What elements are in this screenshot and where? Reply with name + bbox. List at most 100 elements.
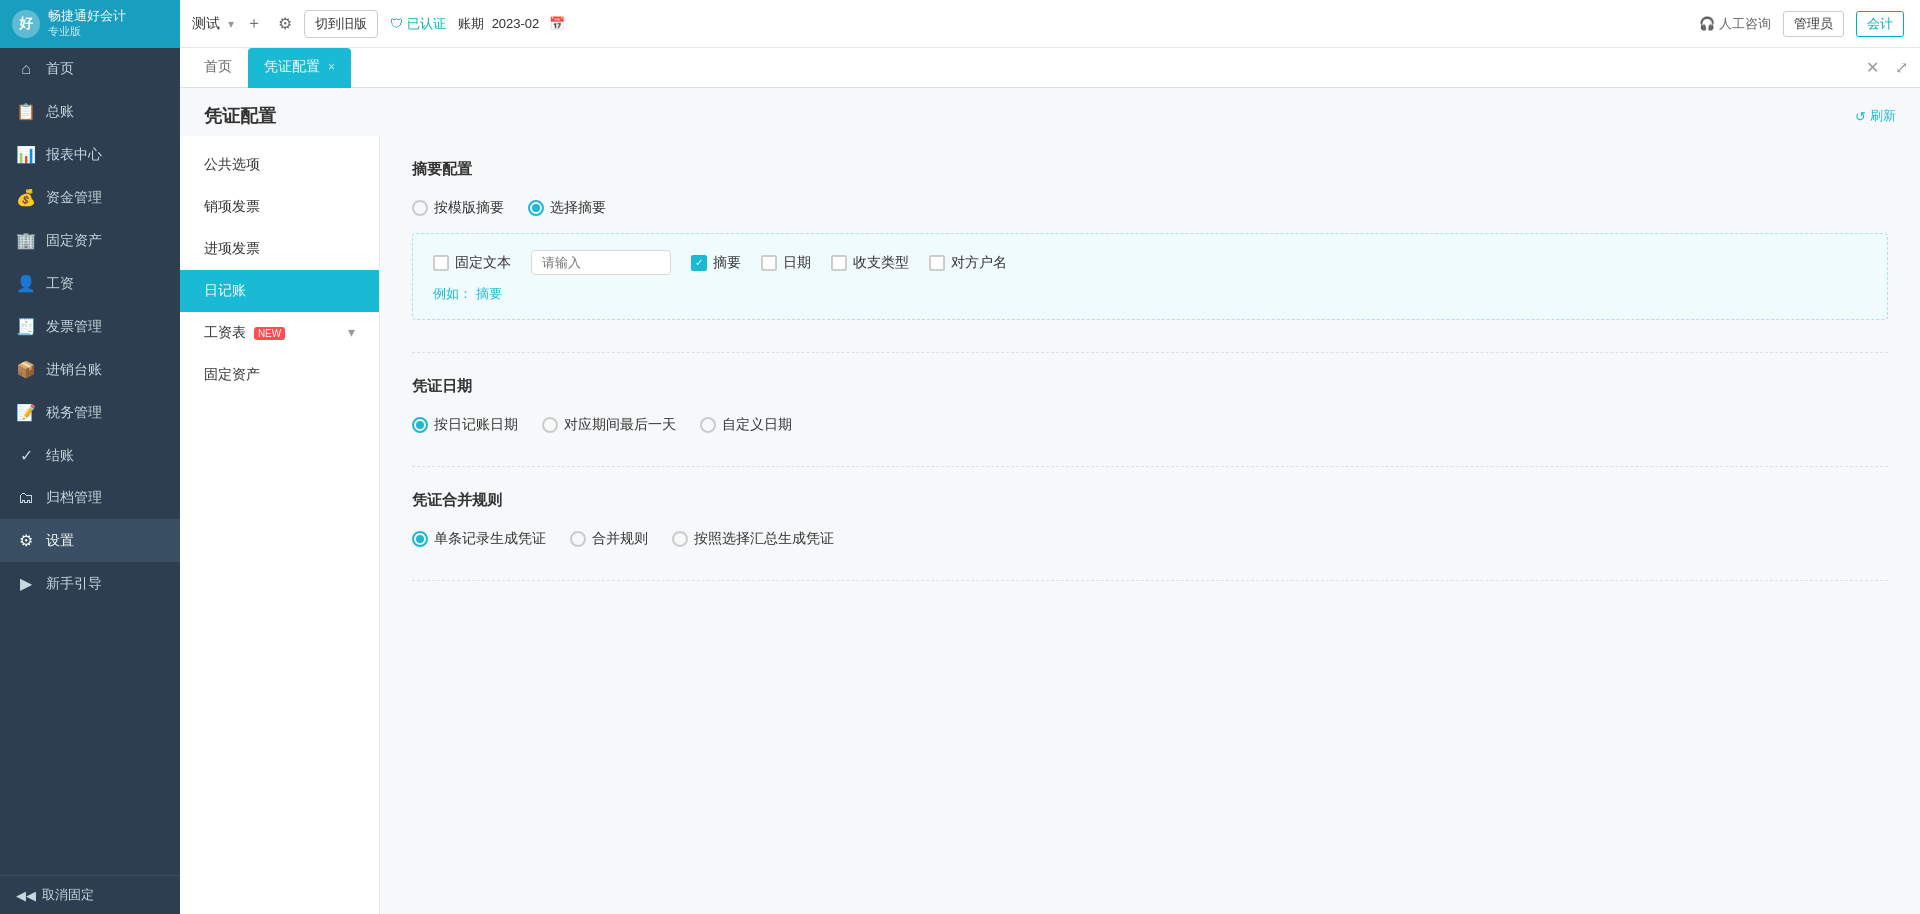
refresh-button[interactable]: ↺ 刷新 [1855,107,1896,125]
right-panel: 摘要配置 按模版摘要 选择摘要 [380,136,1920,914]
radio-merge-circle [570,531,586,547]
sidebar-item-label: 进销台账 [46,361,102,379]
summary-section: 摘要配置 按模版摘要 选择摘要 [412,160,1888,320]
tab-home[interactable]: 首页 [188,48,248,88]
radio-single-record[interactable]: 单条记录生成凭证 [412,530,546,548]
refresh-label: 刷新 [1870,107,1896,125]
radio-period-last-label: 对应期间最后一天 [564,416,676,434]
checkbox-date[interactable]: 日期 [761,254,811,272]
summary-checkbox [691,255,707,271]
sidebar-item-fixed-assets[interactable]: 🏢 固定资产 [0,219,180,262]
left-nav-purchase-invoice[interactable]: 进项发票 [180,228,379,270]
income-type-checkbox [831,255,847,271]
checkbox-income-type[interactable]: 收支类型 [831,254,909,272]
switch-old-version-button[interactable]: 切到旧版 [304,10,378,38]
radio-journal-date-label: 按日记账日期 [434,416,518,434]
pin-icon: ◀◀ [16,888,36,903]
checkbox-fixed-text[interactable]: 固定文本 [433,254,511,272]
tab-bar: 首页 凭证配置 × ✕ ⤢ [180,48,1920,88]
content-area: 首页 凭证配置 × ✕ ⤢ 凭证配置 ↺ 刷新 公共选项 [180,48,1920,914]
sidebar-item-label: 首页 [46,60,74,78]
radio-merge-rule[interactable]: 合并规则 [570,530,648,548]
dropdown-icon[interactable]: ▾ [228,17,234,31]
tab-close-icon[interactable]: × [328,60,335,74]
sidebar-item-capital[interactable]: 💰 资金管理 [0,176,180,219]
sidebar-item-label: 报表中心 [46,146,102,164]
shield-icon: 🛡 [390,16,403,31]
radio-summarize-label: 按照选择汇总生成凭证 [694,530,834,548]
counterpart-checkbox [929,255,945,271]
tax-icon: 📝 [16,403,36,422]
sidebar-item-tax[interactable]: 📝 税务管理 [0,391,180,434]
close-window-icon[interactable]: ✕ [1862,54,1883,81]
left-nav-common[interactable]: 公共选项 [180,144,379,186]
service-label: 人工咨询 [1719,15,1771,33]
tab-voucher-config-label: 凭证配置 [264,58,320,76]
radio-journal-circle [412,417,428,433]
calendar-icon[interactable]: 📅 [549,16,565,31]
sidebar-item-salary[interactable]: 👤 工资 [0,262,180,305]
radio-summarize[interactable]: 按照选择汇总生成凭证 [672,530,834,548]
example-prefix: 例如： [433,286,472,301]
cancel-pin-button[interactable]: ◀◀ 取消固定 [0,875,180,914]
counterpart-label: 对方户名 [951,254,1007,272]
topbar-left: 测试 ▾ ＋ ⚙ 切到旧版 [192,9,378,38]
left-nav-journal[interactable]: 日记账 [180,270,379,312]
fixed-assets-icon: 🏢 [16,231,36,250]
sidebar-item-label: 发票管理 [46,318,102,336]
checkbox-counterpart[interactable]: 对方户名 [929,254,1007,272]
expand-icon[interactable]: ⤢ [1891,54,1912,81]
tab-bar-actions: ✕ ⤢ [1862,54,1912,81]
sidebar-item-archive[interactable]: 🗂 归档管理 [0,477,180,519]
sidebar-item-home[interactable]: ⌂ 首页 [0,48,180,90]
fixed-text-input[interactable] [531,250,671,275]
radio-journal-date[interactable]: 按日记账日期 [412,416,518,434]
sidebar-item-guide[interactable]: ▶ 新手引导 [0,562,180,605]
refresh-icon: ↺ [1855,109,1866,124]
sidebar-item-label: 固定资产 [46,232,102,250]
sidebar-item-ledger[interactable]: 📋 总账 [0,90,180,133]
left-nav-sales-invoice[interactable]: 销项发票 [180,186,379,228]
sidebar-item-sales[interactable]: 📦 进销台账 [0,348,180,391]
sidebar-item-report[interactable]: 📊 报表中心 [0,133,180,176]
sidebar-item-invoice[interactable]: 🧾 发票管理 [0,305,180,348]
date-checkbox [761,255,777,271]
radio-custom-date[interactable]: 自定义日期 [700,416,792,434]
period-info: 账期 2023-02 📅 [458,15,565,33]
service-button[interactable]: 🎧 人工咨询 [1699,15,1771,33]
summary-options-row: 固定文本 摘要 日期 [433,250,1867,275]
radio-template-summary[interactable]: 按模版摘要 [412,199,504,217]
certified-label: 已认证 [407,15,446,33]
sidebar-item-checkout[interactable]: ✓ 结账 [0,434,180,477]
left-nav-fixed-assets[interactable]: 固定资产 [180,354,379,396]
sidebar-item-label: 设置 [46,532,74,550]
tab-voucher-config[interactable]: 凭证配置 × [248,48,351,88]
sidebar-item-label: 工资 [46,275,74,293]
sidebar-scroll: ⌂ 首页 📋 总账 📊 报表中心 💰 资金管理 🏢 固定资产 👤 工资 [0,48,180,875]
divider-2 [412,466,1888,467]
date-label: 日期 [783,254,811,272]
radio-select-circle [528,200,544,216]
date-radio-group: 按日记账日期 对应期间最后一天 自定义日期 [412,416,1888,434]
period-value: 2023-02 [492,16,540,31]
date-section: 凭证日期 按日记账日期 对应期间最后一天 自定义日期 [412,377,1888,434]
logo-icon: 好 [12,10,40,38]
checkbox-summary[interactable]: 摘要 [691,254,741,272]
home-icon: ⌂ [16,60,36,78]
radio-single-label: 单条记录生成凭证 [434,530,546,548]
salary-icon: 👤 [16,274,36,293]
chevron-down-icon: ▾ [348,324,355,340]
add-icon[interactable]: ＋ [242,9,266,38]
archive-icon: 🗂 [16,489,36,507]
sidebar-item-settings[interactable]: ⚙ 设置 [0,519,180,562]
page-title: 凭证配置 [204,104,276,128]
radio-period-last-circle [542,417,558,433]
radio-period-last[interactable]: 对应期间最后一天 [542,416,676,434]
fixed-text-checkbox [433,255,449,271]
sidebar-item-label: 结账 [46,447,74,465]
settings-icon[interactable]: ⚙ [274,10,296,37]
logo-text-group: 畅捷通好会计 专业版 [48,8,126,39]
left-nav-payroll[interactable]: 工资表 NEW ▾ [180,312,379,354]
radio-select-summary[interactable]: 选择摘要 [528,199,606,217]
sidebar-item-label: 新手引导 [46,575,102,593]
